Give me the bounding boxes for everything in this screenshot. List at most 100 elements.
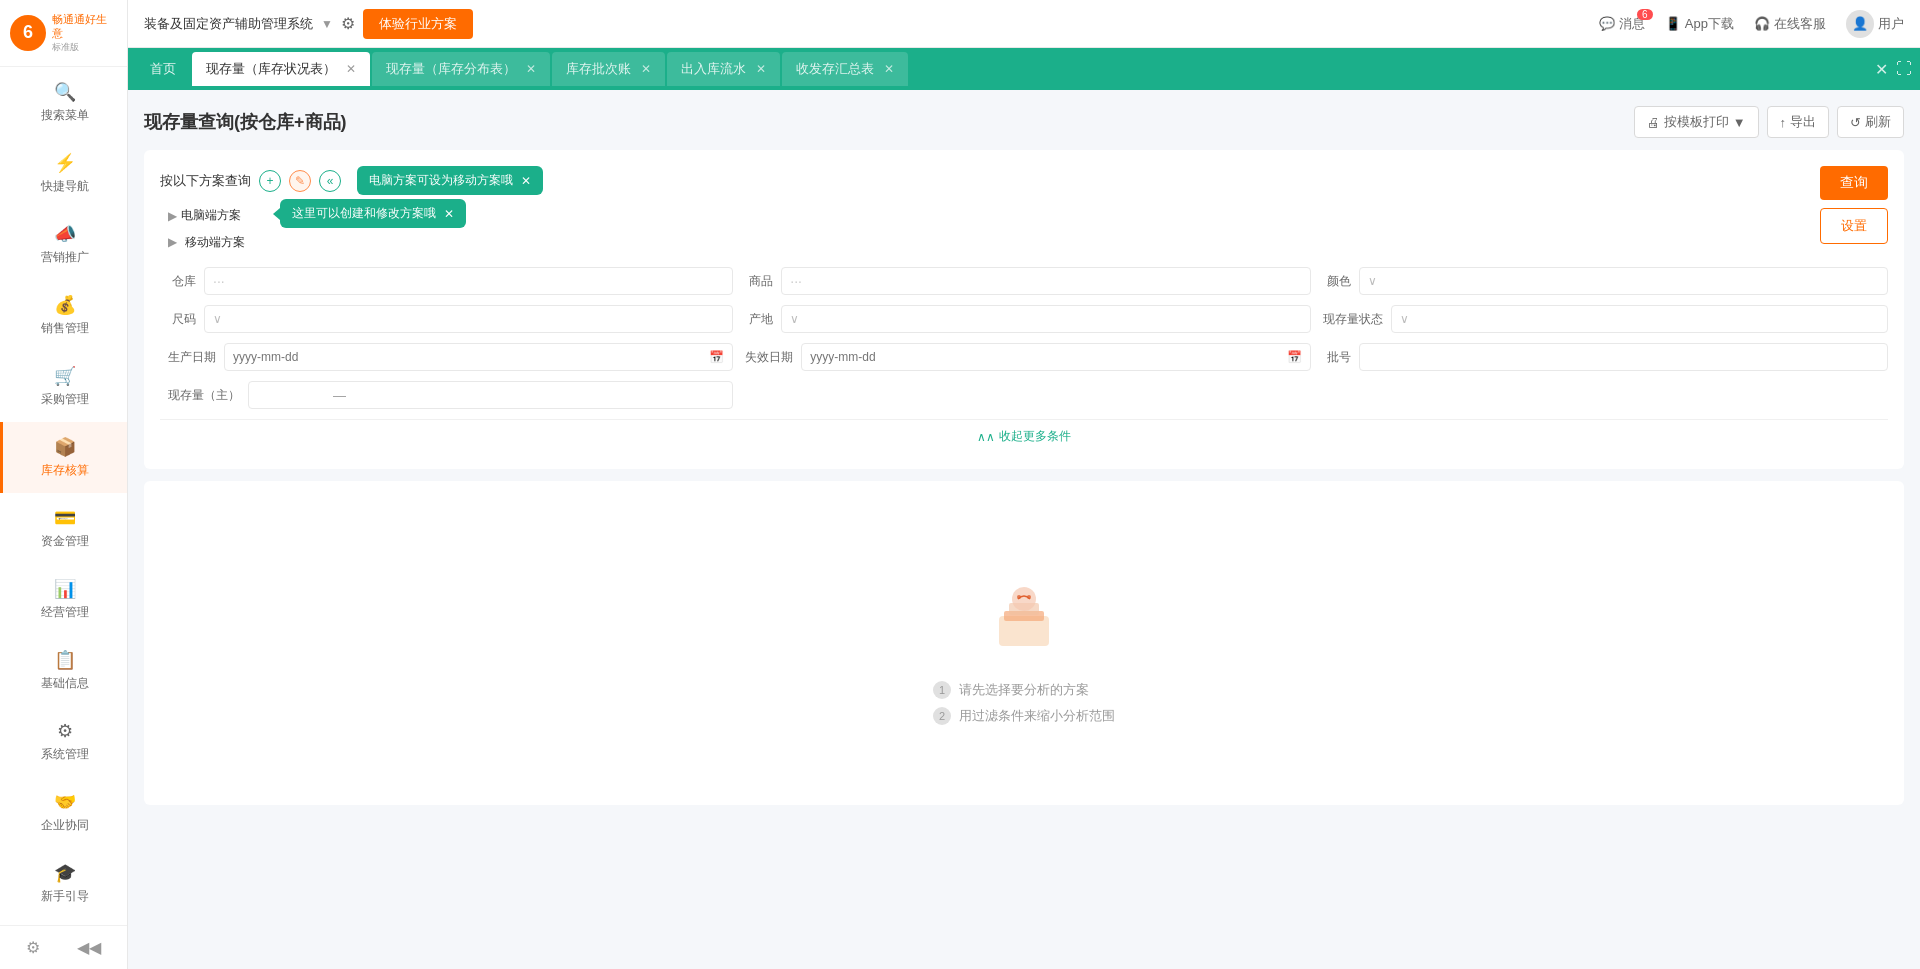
back-btn[interactable]: « xyxy=(319,170,341,192)
svg-point-3 xyxy=(1012,587,1036,611)
expire-date-calendar-icon: 📅 xyxy=(1287,350,1302,364)
edit-tooltip: 这里可以创建和修改方案哦 ✕ xyxy=(280,199,466,228)
avatar: 👤 xyxy=(1846,10,1874,38)
produce-date-input[interactable]: 📅 xyxy=(224,343,733,371)
settings-bottom-icon[interactable]: ⚙ xyxy=(26,938,40,957)
header-left: 装备及固定资产辅助管理系统 ▼ ⚙ 体验行业方案 xyxy=(144,9,473,39)
sidebar-item-marketing[interactable]: 📣 营销推广 xyxy=(0,209,127,280)
sidebar-nav: 🔍 搜索菜单 ⚡ 快捷导航 📣 营销推广 💰 销售管理 🛒 采购管理 📦 xyxy=(0,67,127,925)
sidebar-item-finance-label: 资金管理 xyxy=(41,533,89,550)
sidebar-item-guide-label: 新手引导 xyxy=(41,888,89,905)
origin-label: 产地 xyxy=(745,311,773,328)
headset-icon: 🎧 xyxy=(1754,16,1770,31)
tab-flow-close[interactable]: ✕ xyxy=(756,62,766,76)
sidebar-item-finance[interactable]: 💳 资金管理 xyxy=(0,493,127,564)
tab-home[interactable]: 首页 xyxy=(136,52,190,86)
add-scenario-btn[interactable]: + xyxy=(259,170,281,192)
origin-select[interactable]: ∨ xyxy=(781,305,1310,333)
trial-button[interactable]: 体验行业方案 xyxy=(363,9,473,39)
tab-close-all-icon[interactable]: ✕ xyxy=(1875,60,1888,79)
tab-summary-close[interactable]: ✕ xyxy=(884,62,894,76)
filter-color: 颜色 ∨ xyxy=(1323,267,1888,295)
edit-tooltip-close[interactable]: ✕ xyxy=(444,207,454,221)
collapse-up-icon: ∧∧ xyxy=(977,430,995,444)
sidebar-item-search[interactable]: 🔍 搜索菜单 xyxy=(0,67,127,138)
message-icon: 💬 xyxy=(1599,16,1615,31)
message-badge: 6 xyxy=(1637,9,1653,20)
print-dropdown-icon: ▼ xyxy=(1733,115,1746,130)
stock-qty-max[interactable] xyxy=(350,383,430,407)
online-support-action[interactable]: 🎧 在线客服 xyxy=(1754,15,1826,33)
color-select[interactable]: ∨ xyxy=(1359,267,1888,295)
app-download-action[interactable]: 📱 App下载 xyxy=(1665,15,1734,33)
size-select[interactable]: ∨ xyxy=(204,305,733,333)
goods-dots: ··· xyxy=(790,273,802,289)
sidebar-item-purchase[interactable]: 🛒 采购管理 xyxy=(0,351,127,422)
tab-inventory-distribution[interactable]: 现存量（库存分布表） ✕ xyxy=(372,52,550,86)
sidebar-item-sales-label: 销售管理 xyxy=(41,320,89,337)
batch-no-field[interactable] xyxy=(1368,350,1879,364)
logo-icon: 6 xyxy=(10,15,46,51)
scenario-tooltip-close[interactable]: ✕ xyxy=(521,174,531,188)
settings-icon[interactable]: ⚙ xyxy=(341,14,355,33)
export-button[interactable]: ↑ 导出 xyxy=(1767,106,1830,138)
mobile-expand-arrow[interactable]: ▶ xyxy=(168,235,177,249)
system-dropdown-icon[interactable]: ▼ xyxy=(321,17,333,31)
set-button[interactable]: 设置 xyxy=(1820,208,1888,244)
tab-inventory-distribution-close[interactable]: ✕ xyxy=(526,62,536,76)
filter-size: 尺码 ∨ xyxy=(168,305,733,333)
sidebar-item-quicknav-label: 快捷导航 xyxy=(41,178,89,195)
user-action[interactable]: 👤 用户 xyxy=(1846,10,1904,38)
sidebar-item-system[interactable]: ⚙ 系统管理 xyxy=(0,706,127,777)
sidebar-item-operations[interactable]: 📊 经营管理 xyxy=(0,564,127,635)
expire-date-field[interactable] xyxy=(810,350,1286,364)
message-action[interactable]: 💬 消息 6 xyxy=(1599,15,1645,33)
filter-origin: 产地 ∨ xyxy=(745,305,1310,333)
print-button[interactable]: 🖨 按模板打印 ▼ xyxy=(1634,106,1759,138)
color-label: 颜色 xyxy=(1323,273,1351,290)
expire-date-label: 失效日期 xyxy=(745,349,793,366)
stock-status-label: 现存量状态 xyxy=(1323,311,1383,328)
edit-scenario-btn[interactable]: ✎ xyxy=(289,170,311,192)
step-1-text: 请先选择要分析的方案 xyxy=(959,681,1089,699)
stock-qty-min[interactable] xyxy=(249,383,329,407)
sidebar-item-base-info-label: 基础信息 xyxy=(41,675,89,692)
tab-batch-account-close[interactable]: ✕ xyxy=(641,62,651,76)
goods-input[interactable]: ··· xyxy=(781,267,1310,295)
collapse-btn[interactable]: ∧∧ 收起更多条件 xyxy=(977,428,1071,445)
tab-inventory-status[interactable]: 现存量（库存状况表） ✕ xyxy=(192,52,370,86)
collapse-sidebar-icon[interactable]: ◀◀ xyxy=(77,938,101,957)
stock-qty-range[interactable]: — xyxy=(248,381,733,409)
warehouse-input[interactable]: ··· xyxy=(204,267,733,295)
search-button[interactable]: 查询 xyxy=(1820,166,1888,200)
batch-no-input[interactable] xyxy=(1359,343,1888,371)
expire-date-input[interactable]: 📅 xyxy=(801,343,1310,371)
produce-date-field[interactable] xyxy=(233,350,709,364)
sidebar-item-guide[interactable]: 🎓 新手引导 xyxy=(0,848,127,919)
sidebar-item-quicknav[interactable]: ⚡ 快捷导航 xyxy=(0,138,127,209)
tab-summary[interactable]: 收发存汇总表 ✕ xyxy=(782,52,908,86)
sidebar-item-base-info[interactable]: 📋 基础信息 xyxy=(0,635,127,706)
logo-title: 畅通通好生意 xyxy=(52,12,117,41)
tab-inventory-distribution-label: 现存量（库存分布表） xyxy=(386,60,516,78)
expand-arrow[interactable]: ▶ xyxy=(168,209,177,223)
quick-nav-icon: ⚡ xyxy=(54,152,76,174)
sidebar-item-inventory[interactable]: 📦 库存核算 xyxy=(0,422,127,493)
tab-inventory-status-close[interactable]: ✕ xyxy=(346,62,356,76)
print-icon: 🖨 xyxy=(1647,115,1660,130)
finance-icon: 💳 xyxy=(54,507,76,529)
sidebar-item-enterprise[interactable]: 🤝 企业协同 xyxy=(0,777,127,848)
enterprise-icon: 🤝 xyxy=(54,791,76,813)
sidebar-item-sales[interactable]: 💰 销售管理 xyxy=(0,280,127,351)
tab-actions: ✕ ⛶ xyxy=(1875,60,1912,79)
tab-flow[interactable]: 出入库流水 ✕ xyxy=(667,52,780,86)
tab-bar: 首页 现存量（库存状况表） ✕ 现存量（库存分布表） ✕ 库存批次账 ✕ 出入库… xyxy=(128,48,1920,90)
sidebar-item-system-label: 系统管理 xyxy=(41,746,89,763)
scenario-section: ▶ 电脑端方案 这里可以创建和修改方案哦 ✕ xyxy=(160,207,1888,224)
refresh-button[interactable]: ↺ 刷新 xyxy=(1837,106,1904,138)
size-arrow: ∨ xyxy=(213,312,222,326)
main-content: 装备及固定资产辅助管理系统 ▼ ⚙ 体验行业方案 💬 消息 6 📱 App下载 … xyxy=(128,0,1920,969)
tab-fullscreen-icon[interactable]: ⛶ xyxy=(1896,60,1912,79)
tab-batch-account[interactable]: 库存批次账 ✕ xyxy=(552,52,665,86)
stock-status-select[interactable]: ∨ xyxy=(1391,305,1888,333)
